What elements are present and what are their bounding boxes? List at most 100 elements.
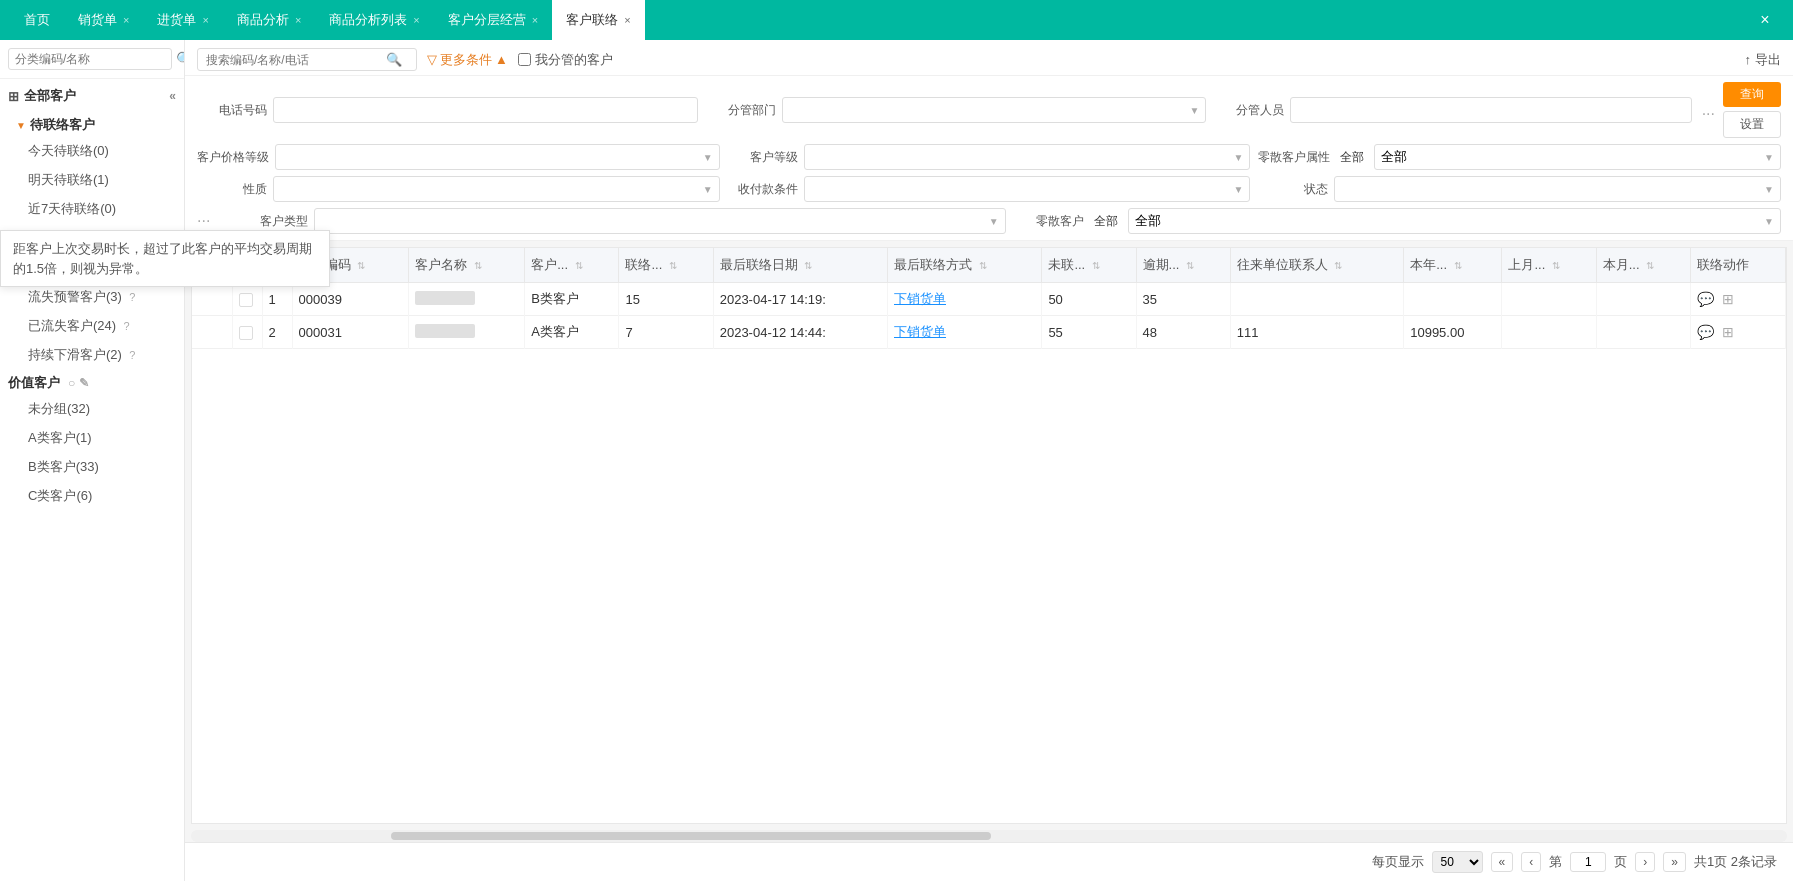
chat-icon-2[interactable]: 💬 (1697, 324, 1714, 340)
sort-icon-contact[interactable]: ⇅ (669, 260, 677, 271)
payment-select[interactable]: ▼ (804, 176, 1251, 202)
row-method-1[interactable]: 下销货单 (894, 291, 946, 306)
link-icon-2[interactable]: ⊞ (1722, 324, 1734, 340)
top-nav: 首页 销货单 × 进货单 × 商品分析 × 商品分析列表 × 客户分层经营 × … (0, 0, 1793, 40)
sidebar-collapse-btn[interactable]: « (169, 89, 176, 103)
sort-icon-date[interactable]: ⇅ (804, 260, 812, 271)
retail-select[interactable]: 全部 ▼ (1128, 208, 1781, 234)
sort-icon-uncontacted[interactable]: ⇅ (1092, 260, 1100, 271)
nature-select[interactable]: ▼ (273, 176, 720, 202)
nav-product-list-close[interactable]: × (413, 14, 419, 26)
manager-label: 分管人员 (1214, 102, 1284, 119)
row-checkbox-2[interactable] (239, 326, 253, 340)
chat-icon-1[interactable]: 💬 (1697, 291, 1714, 307)
col-date-label: 最后联络日期 (720, 257, 798, 272)
value-group-icons[interactable]: ○ ✎ (68, 376, 89, 390)
prev-page-btn[interactable]: ‹ (1521, 852, 1541, 872)
retail-label: 零散客户 (1014, 213, 1084, 230)
query-button[interactable]: 查询 (1723, 82, 1781, 107)
sidebar-group-pending[interactable]: ▼ 待联络客户 (0, 111, 184, 137)
sidebar-item-7days[interactable]: 近7天待联络(0) (0, 195, 184, 224)
row-contact-1: 15 (625, 292, 639, 307)
nav-sales-order[interactable]: 销货单 × (64, 0, 143, 40)
sidebar-item-tomorrow[interactable]: 明天待联络(1) (0, 166, 184, 195)
sidebar-item-c-class[interactable]: C类客户(6) (0, 482, 184, 511)
last-page-btn[interactable]: » (1663, 852, 1686, 872)
col-last-contact-method: 最后联络方式 ⇅ (888, 248, 1042, 283)
sidebar-item-unclassified[interactable]: 未分组(32) (0, 395, 184, 424)
first-page-btn[interactable]: « (1491, 852, 1514, 872)
sort-icon-class[interactable]: ⇅ (575, 260, 583, 271)
sidebar-item-loss-warning[interactable]: 流失预警客户(3) ? (0, 283, 184, 312)
sidebar-search-icon[interactable]: 🔍 (176, 51, 185, 67)
retail-attr-select[interactable]: 全部 ▼ (1374, 144, 1781, 170)
col-this-year: 本年... ⇅ (1404, 248, 1502, 283)
row-method-2[interactable]: 下销货单 (894, 324, 946, 339)
nav-purchase-close[interactable]: × (202, 14, 208, 26)
row-checkbox-1[interactable] (239, 293, 253, 307)
per-page-select[interactable]: 50 20 100 (1432, 851, 1483, 873)
manager-input[interactable] (1290, 97, 1691, 123)
sort-icon-name[interactable]: ⇅ (474, 260, 482, 271)
sort-icon-unit[interactable]: ⇅ (1334, 260, 1342, 271)
horizontal-scrollbar[interactable] (191, 830, 1787, 842)
next-page-btn[interactable]: › (1635, 852, 1655, 872)
page-input[interactable] (1570, 852, 1606, 872)
nav-product-analysis-list[interactable]: 商品分析列表 × (315, 0, 433, 40)
dept-chevron-icon: ▼ (1189, 105, 1199, 116)
my-customers-checkbox[interactable] (518, 53, 531, 66)
customer-level-select[interactable]: ▼ (804, 144, 1251, 170)
sort-icon-method[interactable]: ⇅ (979, 260, 987, 271)
filter-bar: 🔍 ▽ 更多条件 ▲ 我分管的客户 ↑ 导出 (185, 40, 1793, 76)
col-uncontacted: 未联... ⇅ (1042, 248, 1136, 283)
window-close-button[interactable]: × (1747, 0, 1783, 40)
dept-select[interactable]: ▼ (782, 97, 1207, 123)
filter-cell-nature: 性质 ▼ (197, 176, 720, 202)
sort-icon-last-month[interactable]: ⇅ (1552, 260, 1560, 271)
nav-purchase-order[interactable]: 进货单 × (143, 0, 222, 40)
filter-icon: ▽ (427, 52, 437, 67)
main-search-input[interactable] (206, 53, 386, 67)
sidebar-item-a-class[interactable]: A类客户(1) (0, 424, 184, 453)
link-icon-1[interactable]: ⊞ (1722, 291, 1734, 307)
sidebar-unclassified-label: 未分组(32) (28, 401, 90, 416)
nav-sales-close[interactable]: × (123, 14, 129, 26)
main-search-icon[interactable]: 🔍 (386, 52, 402, 67)
sort-icon-this-month[interactable]: ⇅ (1646, 260, 1654, 271)
sort-icon-code[interactable]: ⇅ (357, 260, 365, 271)
page-end-label: 页 (1614, 853, 1627, 871)
scrollbar-thumb[interactable] (391, 832, 991, 840)
cell-settings-1 (192, 283, 232, 316)
more-filters-btn[interactable]: ▽ 更多条件 ▲ (427, 51, 508, 69)
nav-customer-contact[interactable]: 客户联络 × (552, 0, 644, 40)
tooltip-box: 距客户上次交易时长，超过了此客户的平均交易周期的1.5倍，则视为异常。 (0, 230, 185, 287)
export-button[interactable]: ↑ 导出 (1745, 51, 1782, 69)
status-select[interactable]: ▼ (1334, 176, 1781, 202)
sort-icon-overdue[interactable]: ⇅ (1186, 260, 1194, 271)
phone-input[interactable] (273, 97, 698, 123)
nav-home-label: 首页 (24, 11, 50, 29)
nav-product-analysis[interactable]: 商品分析 × (223, 0, 315, 40)
sidebar-search-input[interactable] (8, 48, 172, 70)
sidebar-item-declining[interactable]: 持续下滑客户(2) ? (0, 341, 184, 370)
more-dots-btn[interactable]: ··· (197, 212, 210, 230)
manager-more-btn[interactable]: ... (1702, 101, 1715, 119)
sidebar-all-customers[interactable]: ⊞ 全部客户 « (0, 79, 184, 111)
cell-contact-1: 15 (619, 283, 713, 316)
customer-type-select[interactable]: ▼ (314, 208, 1005, 234)
sort-icon-this-year[interactable]: ⇅ (1454, 260, 1462, 271)
cell-class-1: B类客户 (525, 283, 619, 316)
nav-customer-tier-close[interactable]: × (532, 14, 538, 26)
cell-action-1: 💬 ⊞ (1690, 283, 1785, 316)
nav-customer-contact-close[interactable]: × (624, 14, 630, 26)
sidebar-item-b-class[interactable]: B类客户(33) (0, 453, 184, 482)
settings-button[interactable]: 设置 (1723, 111, 1781, 138)
sidebar-item-already-lost[interactable]: 已流失客户(24) ? (0, 312, 184, 341)
price-level-select[interactable]: ▼ (275, 144, 720, 170)
sidebar-item-today[interactable]: 今天待联络(0) (0, 137, 184, 166)
nav-home[interactable]: 首页 (10, 0, 64, 40)
row-index-2: 2 (269, 325, 276, 340)
nav-product-analysis-close[interactable]: × (295, 14, 301, 26)
nav-customer-tier[interactable]: 客户分层经营 × (434, 0, 552, 40)
col-last-month-label: 上月... (1508, 257, 1545, 272)
